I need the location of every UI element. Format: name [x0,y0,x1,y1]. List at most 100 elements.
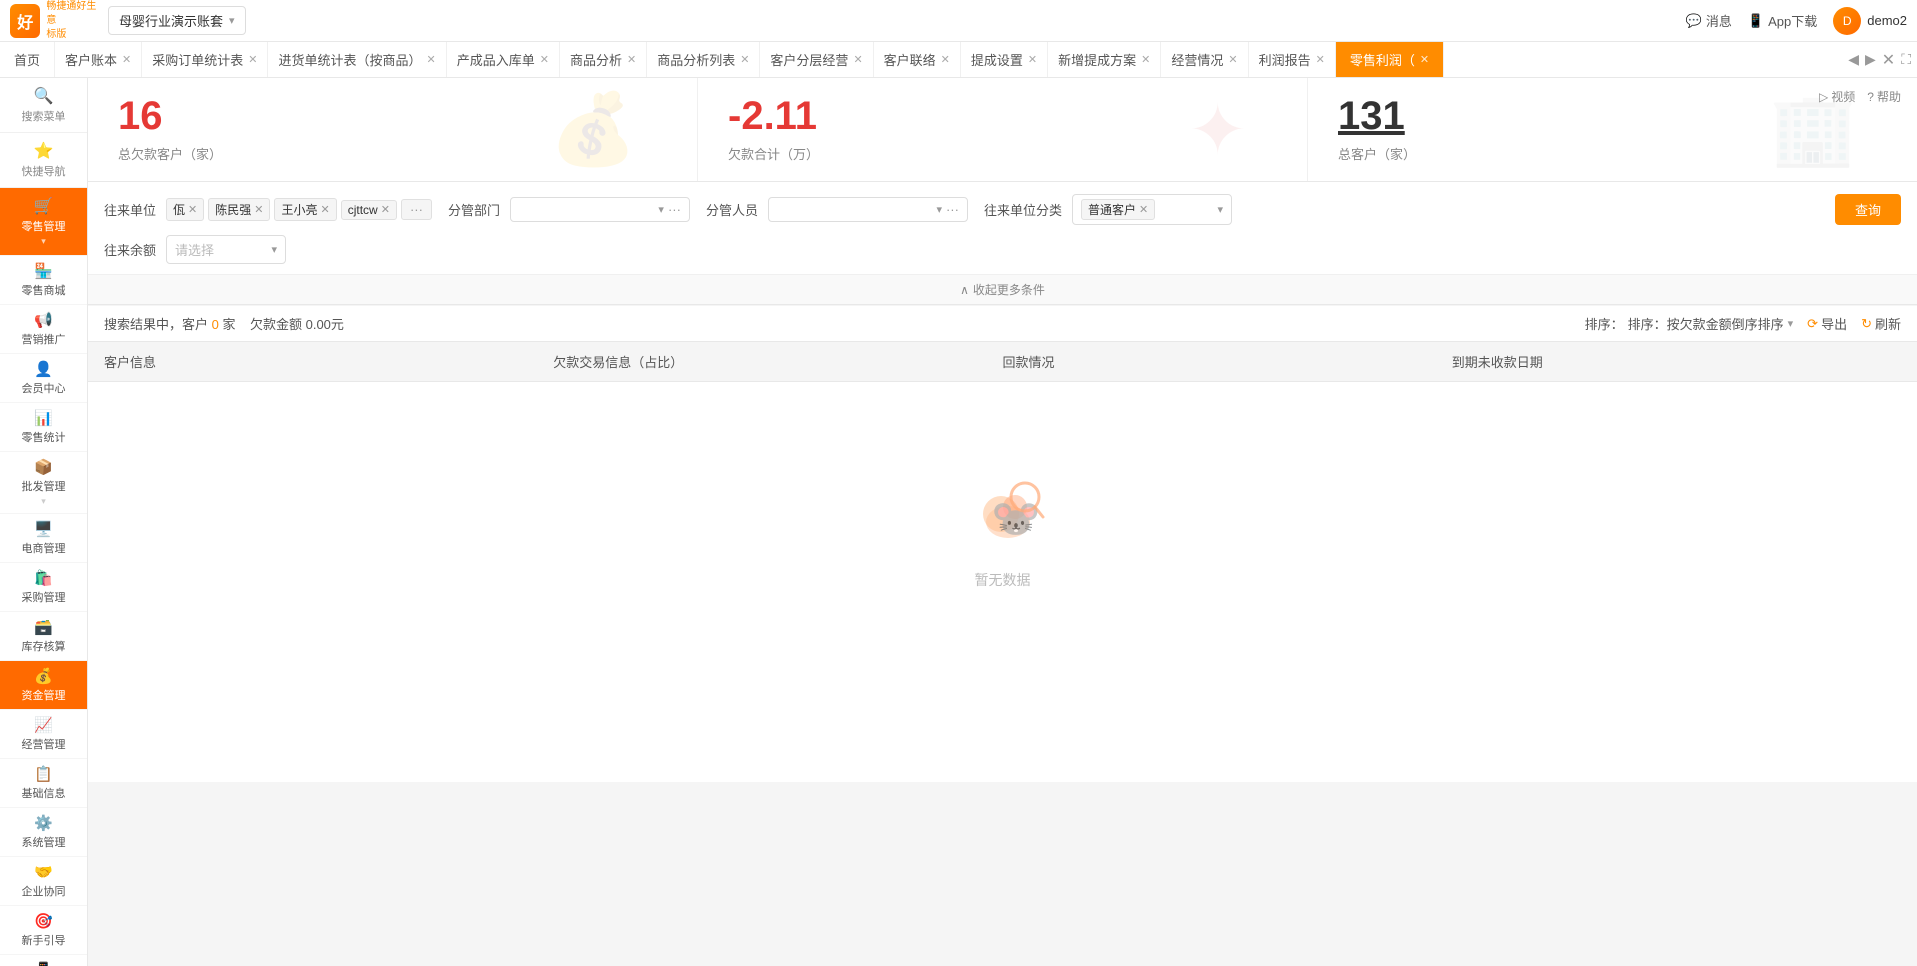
close-icon[interactable]: ✕ [941,53,950,66]
sidebar-item-app-center[interactable]: 📱 应用中心 [0,955,87,966]
tab-purchase-order-stats[interactable]: 采购订单统计表 ✕ [142,42,268,78]
query-btn[interactable]: 查询 [1835,194,1901,225]
close-icon[interactable]: ✕ [122,53,131,66]
sort-select[interactable]: 排序： 排序：按欠款金额倒序排序 ▾ [1585,314,1794,333]
close-icon[interactable]: ✕ [1141,53,1150,66]
tab-profit-report[interactable]: 利润报告 ✕ [1249,42,1336,78]
tab-product-analysis-list[interactable]: 商品分析列表 ✕ [647,42,760,78]
unit-type-tag-selected[interactable]: 普通客户 ✕ [1081,199,1155,220]
filter-person-label: 分管人员 [706,200,758,219]
filter-tag-4[interactable]: cjttcw ✕ [341,200,397,220]
sidebar-item-basic-info[interactable]: 📋 基础信息 [0,759,87,808]
close-icon[interactable]: ✕ [627,53,636,66]
tab-home[interactable]: 首页 [0,42,55,78]
close-icon[interactable]: ✕ [540,53,549,66]
filter-dots-icon: ··· [668,202,681,217]
sidebar-item-new-guide[interactable]: 🎯 新手引导 [0,906,87,955]
sidebar-item-marketing[interactable]: 📢 营销推广 [0,305,87,354]
close-icon[interactable]: ✕ [740,53,749,66]
tab-product-cost-stock[interactable]: 产成品入库单 ✕ [447,42,560,78]
close-icon[interactable]: ✕ [427,53,436,66]
close-icon[interactable]: ✕ [248,53,257,66]
basic-info-icon: 📋 [34,765,53,783]
sidebar-quick-nav-label: 快捷导航 [22,163,66,179]
sidebar-item-member-center[interactable]: 👤 会员中心 [0,354,87,403]
wholesale-icon: 📦 [34,458,53,476]
remove-tag-icon[interactable]: ✕ [381,203,390,216]
filter-dept-label: 分管部门 [448,200,500,219]
sidebar: 🔍 搜索菜单 ⭐ 快捷导航 🛒 零售管理 ▾ 🏪 零售商城 📢 营销推广 👤 会… [0,78,88,966]
filter-dept-select[interactable]: ▾ ··· [510,197,690,222]
table-col-repayment: 回款情况 [1003,352,1452,371]
help-btn[interactable]: ? 帮助 [1867,88,1901,105]
sidebar-item-retail-mgmt[interactable]: 🛒 零售管理 ▾ [0,188,87,256]
filter-unit-type-select[interactable]: 普通客户 ✕ ▾ [1072,194,1232,225]
topbar-right: 💬 消息 📱 App下载 D demo2 [1686,7,1907,35]
collapse-label: 收起更多条件 [973,281,1045,298]
sidebar-item-wholesale-mgmt[interactable]: 📦 批发管理 ▾ [0,452,87,514]
tab-customer-book[interactable]: 客户账本 ✕ [55,42,142,78]
empty-illustration: 🐭 [953,462,1053,562]
sidebar-item-inventory-check[interactable]: 🗃️ 库存核算 [0,612,87,661]
sidebar-item-system-mgmt[interactable]: ⚙️ 系统管理 [0,808,87,857]
tab-new-promotion-plan[interactable]: 新增提成方案 ✕ [1048,42,1161,78]
tab-customer-contact[interactable]: 客户联络 ✕ [874,42,961,78]
sidebar-search[interactable]: 🔍 搜索菜单 [0,78,87,133]
remove-tag-icon[interactable]: ✕ [1139,203,1148,216]
message-icon: 💬 [1686,13,1702,29]
play-icon: ▷ [1819,90,1828,104]
close-all-tabs-icon[interactable]: ✕ [1882,50,1895,70]
tab-customer-segmentation[interactable]: 客户分层经营 ✕ [760,42,873,78]
video-help-btn[interactable]: ▷ 视频 [1819,88,1855,105]
filter-unit-type-label: 往来单位分类 [984,200,1062,219]
sidebar-item-purchase-mgmt[interactable]: 🛍️ 采购管理 [0,563,87,612]
tab-promotion-settings[interactable]: 提成设置 ✕ [961,42,1048,78]
sidebar-item-finance-mgmt[interactable]: 💰 资金管理 [0,661,87,710]
filter-tag-2[interactable]: 陈民强 ✕ [208,198,270,221]
filter-tag-1[interactable]: 佤 ✕ [166,198,204,221]
search-icon: 🔍 [34,86,54,106]
remove-tag-icon[interactable]: ✕ [254,203,263,216]
refresh-btn[interactable]: ↻ 刷新 [1861,314,1901,333]
tab-product-analysis[interactable]: 商品分析 ✕ [560,42,647,78]
remove-tag-icon[interactable]: ✕ [188,203,197,216]
sidebar-item-ecommerce-mgmt[interactable]: 🖥️ 电商管理 [0,514,87,563]
export-btn[interactable]: ⟳ 导出 [1807,314,1847,333]
close-icon[interactable]: ✕ [853,53,862,66]
close-icon[interactable]: ✕ [1028,53,1037,66]
collapse-bar[interactable]: ∧ 收起更多条件 [88,274,1917,304]
finance-icon: 💰 [34,667,53,685]
expand-icon[interactable]: ⛶ [1901,51,1911,68]
account-selector[interactable]: 母婴行业演示账套 ▾ [108,6,246,35]
filter-tag-3[interactable]: 王小亮 ✕ [274,198,336,221]
close-icon[interactable]: ✕ [1316,53,1325,66]
tab-purchase-stats-by-product[interactable]: 进货单统计表（按商品） ✕ [268,42,446,78]
sidebar-item-retail-mall[interactable]: 🏪 零售商城 [0,256,87,305]
sidebar-item-label: 库存核算 [22,638,66,654]
messages-btn[interactable]: 💬 消息 [1686,11,1732,30]
sidebar-quick-nav[interactable]: ⭐ 快捷导航 [0,133,87,188]
sidebar-search-label: 搜索菜单 [22,108,66,124]
tab-business-status[interactable]: 经营情况 ✕ [1161,42,1248,78]
filter-bar: 往来单位 佤 ✕ 陈民强 ✕ 王小亮 ✕ cjttcw [88,182,1917,305]
prev-tabs-icon[interactable]: ◀ [1848,51,1859,68]
tab-retail-profit[interactable]: 零售利润（ ✕ [1336,42,1444,78]
remove-tag-icon[interactable]: ✕ [321,203,330,216]
nav-tabs-actions: ◀ ▶ ✕ ⛶ [1842,50,1917,70]
close-icon[interactable]: ✕ [1228,53,1237,66]
result-bar: 搜索结果中，客户 0 家 欠款金额 0.00元 排序： 排序：按欠款金额倒序排序… [88,306,1917,342]
user-name: demo2 [1867,13,1907,28]
sidebar-item-retail-stats[interactable]: 📊 零售统计 [0,403,87,452]
filter-tag-more[interactable]: ··· [401,199,432,220]
filter-person-select[interactable]: ▾ ··· [768,197,968,222]
filter-balance-select[interactable]: 请选择 ▾ [166,235,286,264]
close-icon[interactable]: ✕ [1420,53,1429,66]
sidebar-item-label: 零售管理 [22,218,66,234]
sidebar-item-enterprise-cooperation[interactable]: 🤝 企业协同 [0,857,87,906]
user-profile[interactable]: D demo2 [1833,7,1907,35]
empty-text: 暂无数据 [975,570,1031,590]
content-area: 💰 16 总欠款客户（家） ✦ -2.11 欠款合计（万） 🏢 131 总客户（… [88,78,1917,966]
next-tabs-icon[interactable]: ▶ [1865,51,1876,68]
sidebar-item-operations-mgmt[interactable]: 📈 经营管理 [0,710,87,759]
app-download-btn[interactable]: 📱 App下载 [1748,11,1817,30]
